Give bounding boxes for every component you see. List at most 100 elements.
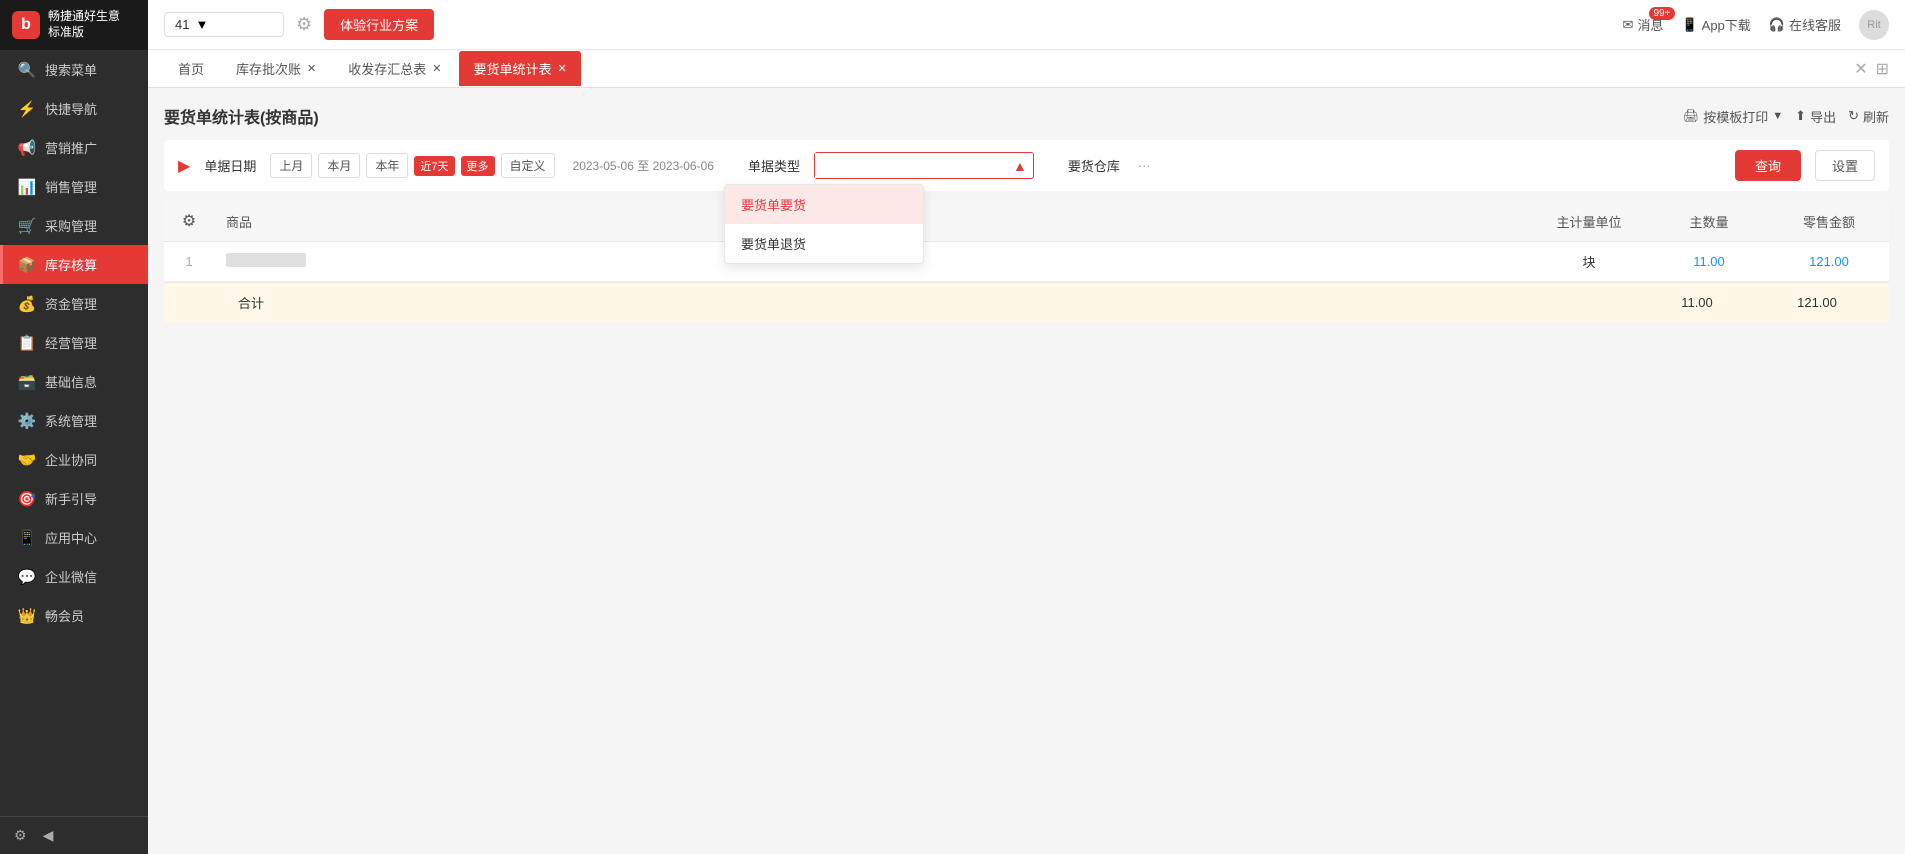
tab-order-stat-close[interactable]: ✕ (558, 62, 567, 75)
app-download-label: App下载 (1702, 15, 1751, 34)
sidebar-item-purchase[interactable]: 🛒 采购管理 (0, 206, 148, 245)
preset-this-year[interactable]: 本年 (366, 153, 408, 178)
window-close-icon[interactable]: ✕ (1854, 59, 1867, 79)
type-filter-label: 单据类型 (748, 156, 800, 175)
page-header: 要货单统计表(按商品) 🖨 按模板打印 ▼ ⬆ 导出 ↻ 刷新 (164, 104, 1889, 128)
page-title: 要货单统计表(按商品) (164, 104, 319, 128)
sidebar-item-search[interactable]: 🔍 搜索菜单 (0, 50, 148, 89)
sidebar-item-label: 系统管理 (45, 411, 97, 430)
topbar: 41 ▼ ⚙ 体验行业方案 ✉ 消息 99+ 📱 App下载 🎧 在线客服 Ri… (148, 0, 1905, 50)
tab-receivable[interactable]: 收发存汇总表 ✕ (334, 51, 455, 86)
user-avatar[interactable]: Rit (1859, 10, 1889, 40)
sidebar-item-system[interactable]: ⚙️ 系统管理 (0, 401, 148, 440)
topbar-left: 41 ▼ ⚙ 体验行业方案 (164, 9, 434, 40)
sidebar-item-finance[interactable]: 💰 资金管理 (0, 284, 148, 323)
more-badge[interactable]: 更多 (461, 156, 495, 176)
sidebar-item-operations[interactable]: 📋 经营管理 (0, 323, 148, 362)
type-select-input[interactable] (815, 153, 1007, 178)
messages-badge: 99+ (1649, 7, 1676, 20)
sidebar-item-guide[interactable]: 🎯 新手引导 (0, 479, 148, 518)
sidebar-settings-icon[interactable]: ⚙ (14, 827, 27, 844)
product-placeholder (226, 253, 306, 267)
sidebar-item-label: 经营管理 (45, 333, 97, 352)
sidebar-collapse-icon[interactable]: ◀ (43, 827, 54, 844)
sidebar-item-basic[interactable]: 🗃️ 基础信息 (0, 362, 148, 401)
headset-icon: 🎧 (1769, 17, 1785, 33)
type-select-arrow[interactable]: ▲ (1007, 158, 1033, 174)
sidebar-item-label: 畅会员 (45, 606, 84, 625)
tab-home[interactable]: 首页 (164, 51, 218, 86)
sidebar-item-inventory[interactable]: 📦 库存核算 (0, 245, 148, 284)
table-footer: 合计 11.00 121.00 (164, 282, 1889, 322)
tab-batch[interactable]: 库存批次账 ✕ (222, 51, 330, 86)
messages-btn[interactable]: ✉ 消息 99+ (1623, 15, 1664, 34)
sidebar-item-label: 企业协同 (45, 450, 97, 469)
sidebar-bottom: ⚙ ◀ (0, 816, 148, 854)
warehouse-filter-label: 要货仓库 (1068, 156, 1120, 175)
date-filter-label: 单据日期 (204, 156, 256, 175)
preset-this-month[interactable]: 本月 (318, 153, 360, 178)
print-icon: 🖨 (1683, 108, 1700, 124)
purchase-icon: 🛒 (17, 217, 37, 235)
data-table: ⚙ 商品 主计量单位 主数量 零售金额 1 块 11.00 121.00 (164, 201, 1889, 282)
system-icon: ⚙️ (17, 412, 37, 430)
date-presets: 上月 本月 本年 近7天 更多 自定义 (270, 153, 554, 178)
online-service-label: 在线客服 (1789, 15, 1841, 34)
custom-date-btn[interactable]: 自定义 (501, 153, 555, 178)
finance-icon: 💰 (17, 295, 37, 313)
settings-gear-icon[interactable]: ⚙ (296, 14, 312, 35)
message-icon: ✉ (1623, 17, 1634, 33)
refresh-btn[interactable]: ↻ 刷新 (1848, 107, 1889, 126)
row-qty: 11.00 (1649, 244, 1769, 279)
sidebar-item-quicknav[interactable]: ⚡ 快捷导航 (0, 89, 148, 128)
print-template-btn[interactable]: 🖨 按模板打印 ▼ (1683, 107, 1783, 126)
page-content: 要货单统计表(按商品) 🖨 按模板打印 ▼ ⬆ 导出 ↻ 刷新 ▶ (148, 88, 1905, 854)
sidebar-item-label: 应用中心 (45, 528, 97, 547)
store-selector[interactable]: 41 ▼ (164, 12, 284, 37)
preset-last-month[interactable]: 上月 (270, 153, 312, 178)
app-download-btn[interactable]: 📱 App下载 (1681, 15, 1750, 34)
tab-batch-close[interactable]: ✕ (307, 62, 316, 75)
dropdown-item-order[interactable]: 要货单要货 (725, 185, 923, 224)
online-service-btn[interactable]: 🎧 在线客服 (1769, 15, 1841, 34)
marketing-icon: 📢 (17, 139, 37, 157)
member-icon: 👑 (17, 607, 37, 625)
sidebar-item-label: 新手引导 (45, 489, 97, 508)
inventory-icon: 📦 (17, 256, 37, 274)
preset-7days[interactable]: 近7天 (414, 156, 454, 176)
export-btn[interactable]: ⬆ 导出 (1795, 107, 1836, 126)
window-expand-icon[interactable]: ⊞ (1876, 59, 1889, 79)
topbar-right: ✉ 消息 99+ 📱 App下载 🎧 在线客服 Rit (1623, 10, 1889, 40)
col-settings[interactable]: ⚙ (164, 201, 214, 241)
sidebar-item-member[interactable]: 👑 畅会员 (0, 596, 148, 635)
query-button[interactable]: 查询 (1735, 150, 1801, 181)
main-area: 41 ▼ ⚙ 体验行业方案 ✉ 消息 99+ 📱 App下载 🎧 在线客服 Ri… (148, 0, 1905, 854)
sidebar-item-collab[interactable]: 🤝 企业协同 (0, 440, 148, 479)
filter-expand-btn[interactable]: ▶ (178, 156, 190, 176)
footer-total-label: 合计 (226, 293, 1517, 312)
col-qty: 主数量 (1649, 202, 1769, 241)
settings-button[interactable]: 设置 (1815, 150, 1875, 181)
tab-receivable-close[interactable]: ✕ (432, 62, 441, 75)
sidebar-item-sales[interactable]: 📊 销售管理 (0, 167, 148, 206)
sidebar-item-wechat[interactable]: 💬 企业微信 (0, 557, 148, 596)
col-amount: 零售金额 (1769, 202, 1889, 241)
tab-order-stat[interactable]: 要货单统计表 ✕ (459, 51, 580, 86)
app-logo-icon: b (12, 11, 40, 39)
col-unit: 主计量单位 (1529, 202, 1649, 241)
type-select-wrap: ▲ (814, 152, 1034, 179)
filter-more-btn[interactable]: ··· (1138, 158, 1151, 173)
type-dropdown-menu: 要货单要货 要货单退货 (724, 184, 924, 264)
search-icon: 🔍 (17, 61, 37, 79)
tab-order-stat-label: 要货单统计表 (473, 59, 551, 78)
app-logo-text: 畅捷通好生意 标准版 (48, 9, 120, 40)
apps-icon: 📱 (17, 529, 37, 547)
sidebar-item-apps[interactable]: 📱 应用中心 (0, 518, 148, 557)
footer-amount: 121.00 (1757, 295, 1877, 310)
sidebar-item-marketing[interactable]: 📢 营销推广 (0, 128, 148, 167)
dropdown-item-return[interactable]: 要货单退货 (725, 224, 923, 263)
filter-panel: ▶ 单据日期 上月 本月 本年 近7天 更多 自定义 2023-05-06 至 … (164, 140, 1889, 191)
trial-button[interactable]: 体验行业方案 (324, 9, 434, 40)
sidebar-item-label: 基础信息 (45, 372, 97, 391)
store-number: 41 (175, 17, 189, 32)
